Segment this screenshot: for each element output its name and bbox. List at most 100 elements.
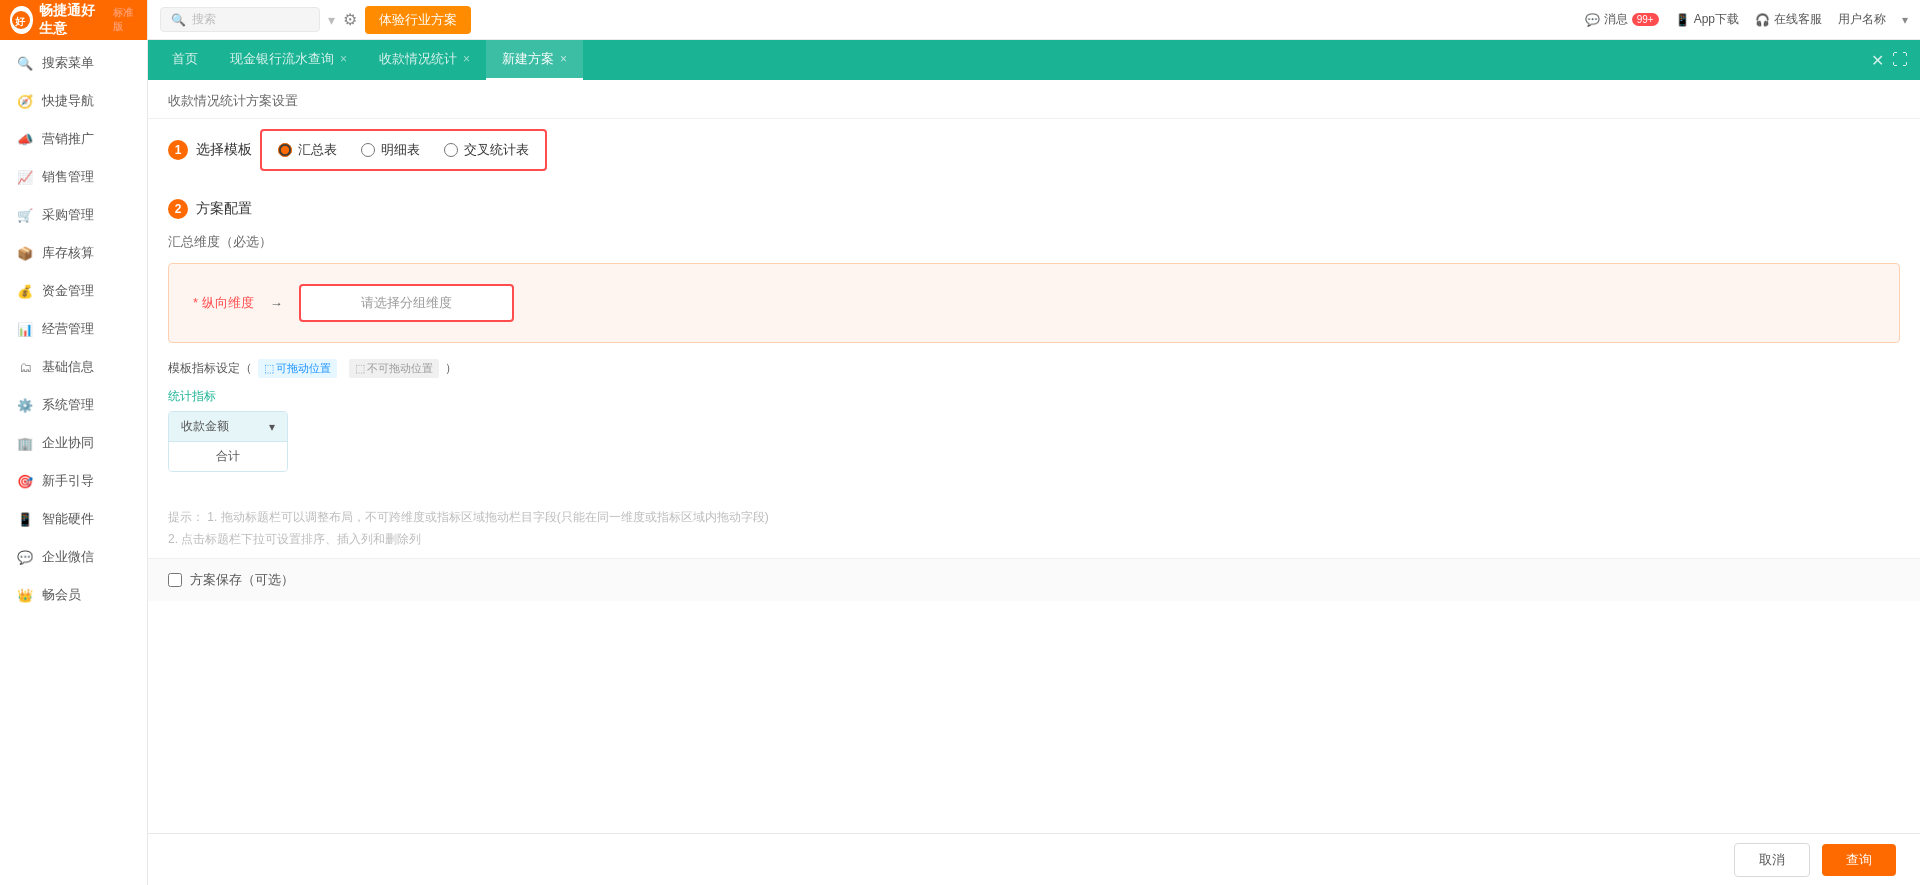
settings-icon: ⚙️ (16, 396, 34, 414)
industry-solution-button[interactable]: 体验行业方案 (365, 6, 471, 34)
username-dropdown-arrow[interactable]: ▾ (1902, 13, 1908, 27)
radio-cross-input[interactable] (444, 143, 458, 157)
tabbar-actions: ✕ ⛶ (1871, 40, 1912, 80)
sidebar-item-hardware[interactable]: 📱 智能硬件 (0, 500, 147, 538)
device-icon: 📱 (16, 510, 34, 528)
query-button[interactable]: 查询 (1822, 844, 1896, 876)
topbar-actions: 💬 消息 99+ 📱 App下载 🎧 在线客服 用户名称 ▾ (1585, 11, 1908, 28)
sidebar-item-collab[interactable]: 🏢 企业协同 (0, 424, 147, 462)
radio-detail-label: 明细表 (381, 141, 420, 159)
tips-line1: 提示： 1. 拖动标题栏可以调整布局，不可跨维度或指标区域拖动栏目字段(只能在同… (168, 507, 1900, 529)
radio-summary-input[interactable] (278, 143, 292, 157)
sidebar-item-inventory[interactable]: 📦 库存核算 (0, 234, 147, 272)
step2-header-row: 2 方案配置 (148, 189, 1920, 225)
tips-section: 提示： 1. 拖动标题栏可以调整布局，不可跨维度或指标区域拖动栏目字段(只能在同… (148, 491, 1920, 558)
sidebar-item-marketing[interactable]: 📣 营销推广 (0, 120, 147, 158)
service-icon: 🎧 (1755, 13, 1770, 27)
metrics-table-area: 统计指标 收款金额 ▾ 合计 (168, 388, 1900, 475)
compass-icon: 🧭 (16, 92, 34, 110)
dimension-config-area: * 纵向维度 → 请选择分组维度 (168, 263, 1900, 343)
wechat-icon: 💬 (16, 548, 34, 566)
service-label: 在线客服 (1774, 11, 1822, 28)
save-plan-checkbox[interactable] (168, 573, 182, 587)
tab-cashflow[interactable]: 现金银行流水查询 × (214, 40, 363, 80)
settings-btn[interactable]: ⚙ (343, 10, 357, 29)
sidebar-label-system: 系统管理 (42, 396, 94, 414)
tag-fixed: ⬚ 不可拖动位置 (349, 359, 439, 378)
radio-detail-input[interactable] (361, 143, 375, 157)
report-icon: 📊 (16, 320, 34, 338)
tab-close-window-btn[interactable]: ✕ (1871, 51, 1884, 70)
metrics-section-label: 统计指标 (168, 388, 288, 405)
megaphone-icon: 📣 (16, 130, 34, 148)
save-plan-label: 方案保存（可选） (190, 571, 294, 589)
sidebar-label-inventory: 库存核算 (42, 244, 94, 262)
step2-badge: 2 (168, 199, 188, 219)
service-action[interactable]: 🎧 在线客服 (1755, 11, 1822, 28)
bottom-bar: 取消 查询 (148, 833, 1920, 885)
cancel-button[interactable]: 取消 (1734, 843, 1810, 877)
main-area: 🔍 搜索 ▾ ⚙ 体验行业方案 💬 消息 99+ 📱 App下载 🎧 在线客服 … (148, 0, 1920, 885)
metrics-table-header[interactable]: 收款金额 ▾ (169, 412, 287, 442)
message-action[interactable]: 💬 消息 99+ (1585, 11, 1659, 28)
radio-detail[interactable]: 明细表 (361, 141, 420, 159)
sidebar-label-collab: 企业协同 (42, 434, 94, 452)
radio-cross-label: 交叉统计表 (464, 141, 529, 159)
metrics-label-text: 模板指标设定（ (168, 360, 252, 377)
message-badge: 99+ (1632, 13, 1659, 26)
sidebar-item-purchase[interactable]: 🛒 采购管理 (0, 196, 147, 234)
footer-section: 方案保存（可选） (148, 558, 1920, 601)
tips-line2: 2. 点击标题栏下拉可设置排序、插入列和删除列 (168, 529, 1900, 551)
sidebar-menu: 🔍 搜索菜单 🧭 快捷导航 📣 营销推广 📈 销售管理 🛒 采购管理 📦 库存核… (0, 40, 147, 885)
dimension-row: * 纵向维度 → 请选择分组维度 (193, 284, 1875, 322)
sidebar-label-sales: 销售管理 (42, 168, 94, 186)
sidebar-item-sales[interactable]: 📈 销售管理 (0, 158, 147, 196)
search-icon: 🔍 (16, 54, 34, 72)
sidebar-item-management[interactable]: 📊 经营管理 (0, 310, 147, 348)
dimension-section-label: 汇总维度（必选） (168, 233, 1900, 251)
tab-collection-close[interactable]: × (463, 52, 470, 66)
metrics-dropdown-icon[interactable]: ▾ (269, 420, 275, 434)
content-area: 收款情况统计方案设置 1 选择模板 汇总表 明细表 交叉统计表 (148, 80, 1920, 833)
tabbar-spacer (583, 40, 1871, 80)
radio-summary[interactable]: 汇总表 (278, 141, 337, 159)
sidebar-label-search: 搜索菜单 (42, 54, 94, 72)
sidebar-item-system[interactable]: ⚙️ 系统管理 (0, 386, 147, 424)
tab-home[interactable]: 首页 (156, 40, 214, 80)
search-icon-top: 🔍 (171, 13, 186, 27)
tab-new-plan[interactable]: 新建方案 × (486, 40, 583, 80)
sidebar-item-wechat[interactable]: 💬 企业微信 (0, 538, 147, 576)
message-label: 消息 (1604, 11, 1628, 28)
step1-header-row: 1 选择模板 汇总表 明细表 交叉统计表 (148, 119, 1920, 177)
tab-collection[interactable]: 收款情况统计 × (363, 40, 486, 80)
sidebar-item-nav[interactable]: 🧭 快捷导航 (0, 82, 147, 120)
tab-cashflow-close[interactable]: × (340, 52, 347, 66)
sidebar-item-finance[interactable]: 💰 资金管理 (0, 272, 147, 310)
sidebar-item-member[interactable]: 👑 畅会员 (0, 576, 147, 614)
template-options-box: 汇总表 明细表 交叉统计表 (260, 129, 547, 171)
radio-cross[interactable]: 交叉统计表 (444, 141, 529, 159)
sidebar-item-search[interactable]: 🔍 搜索菜单 (0, 44, 147, 82)
shopping-icon: 🛒 (16, 206, 34, 224)
tab-home-label: 首页 (172, 50, 198, 68)
warehouse-icon: 📦 (16, 244, 34, 262)
metrics-table: 收款金额 ▾ 合计 (168, 411, 288, 472)
sidebar-label-guide: 新手引导 (42, 472, 94, 490)
tab-cashflow-label: 现金银行流水查询 (230, 50, 334, 68)
member-icon: 👑 (16, 586, 34, 604)
tabbar: 首页 现金银行流水查询 × 收款情况统计 × 新建方案 × ✕ ⛶ (148, 40, 1920, 80)
search-dropdown-arrow[interactable]: ▾ (328, 12, 335, 28)
metrics-group: 统计指标 收款金额 ▾ 合计 (168, 388, 288, 475)
sidebar-label-purchase: 采购管理 (42, 206, 94, 224)
download-action[interactable]: 📱 App下载 (1675, 11, 1739, 28)
sidebar-item-basic[interactable]: 🗂 基础信息 (0, 348, 147, 386)
tab-maximize-btn[interactable]: ⛶ (1892, 51, 1908, 69)
sidebar-label-finance: 资金管理 (42, 282, 94, 300)
sidebar-label-basic: 基础信息 (42, 358, 94, 376)
dimension-select[interactable]: 请选择分组维度 (299, 284, 514, 322)
sidebar-label-hardware: 智能硬件 (42, 510, 94, 528)
tab-new-plan-close[interactable]: × (560, 52, 567, 66)
sidebar-item-guide[interactable]: 🎯 新手引导 (0, 462, 147, 500)
topbar-search-box[interactable]: 🔍 搜索 (160, 7, 320, 32)
database-icon: 🗂 (16, 358, 34, 376)
